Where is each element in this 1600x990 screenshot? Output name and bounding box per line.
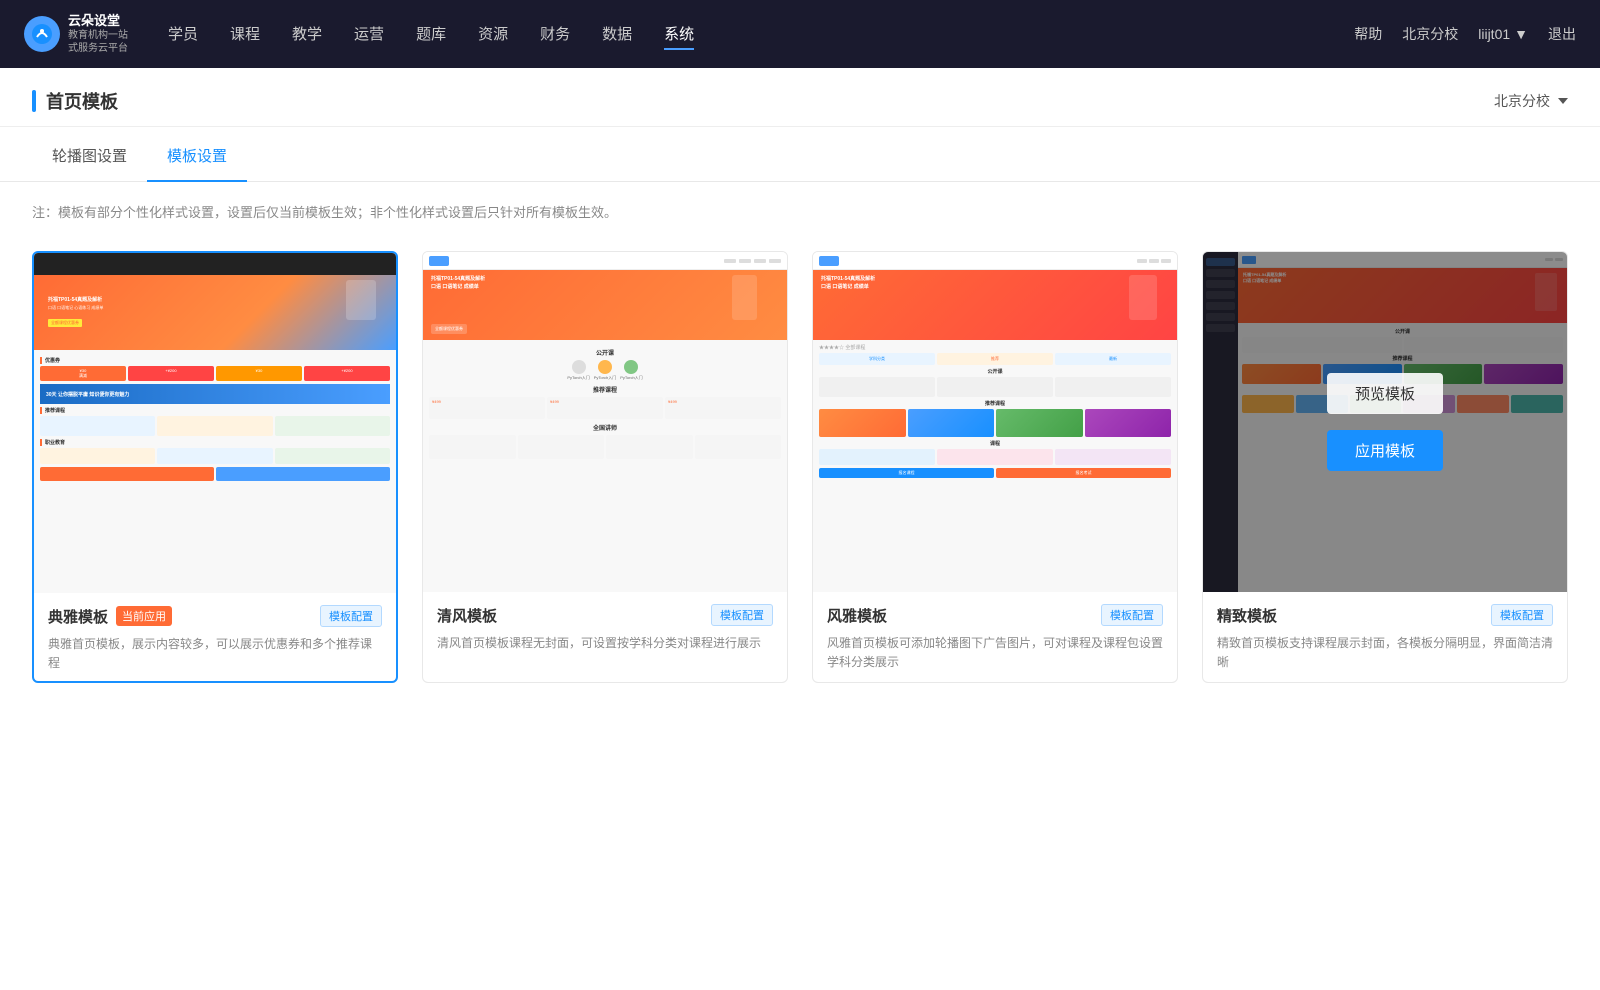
template-preview-fengya: 托福TP01-54真题及解析口语 口语笔记 成绩单 ★★★★☆ 全部课程 学科分… (813, 252, 1177, 592)
nav-item-courses[interactable]: 课程 (230, 19, 260, 50)
config-button-refined[interactable]: 模板配置 (1491, 604, 1553, 626)
template-desc-refined: 精致首页模板支持课程展示封面，各模板分隔明显，界面简洁清晰 (1217, 634, 1553, 672)
template-name-fengya: 风雅模板 (827, 605, 887, 626)
templates-grid: 托福TP01-54真题及解析 口语 口语笔记 心语练习 成绩单 全额课程优惠券 … (0, 231, 1600, 723)
nav-item-teaching[interactable]: 教学 (292, 19, 322, 50)
template-footer-clean: 清风模板 模板配置 清风首页模板课程无封面，可设置按学科分类对课程进行展示 (423, 592, 787, 661)
branch-switcher[interactable]: 北京分校 (1494, 91, 1568, 111)
template-card-clean[interactable]: 托福TP01-54真题及解析口语 口语笔记 成绩单 全额课程优惠券 公开课 Py… (422, 251, 788, 683)
config-button-fengya[interactable]: 模板配置 (1101, 604, 1163, 626)
apply-button[interactable]: 应用模板 (1327, 430, 1443, 471)
tab-carousel[interactable]: 轮播图设置 (32, 131, 147, 182)
nav-item-questions[interactable]: 题库 (416, 19, 446, 50)
user-menu[interactable]: liijt01 ▼ (1478, 26, 1528, 42)
help-link[interactable]: 帮助 (1354, 24, 1382, 44)
nav-item-system[interactable]: 系统 (664, 19, 694, 50)
page-title-wrapper: 首页模板 (32, 88, 118, 114)
main-content: 首页模板 北京分校 轮播图设置 模板设置 注：模板有部分个性化样式设置，设置后仅… (0, 68, 1600, 990)
config-button-clean[interactable]: 模板配置 (711, 604, 773, 626)
template-name-clean: 清风模板 (437, 605, 497, 626)
template-footer-fengya: 风雅模板 模板配置 风雅首页模板可添加轮播图下广告图片，可对课程及课程包设置学科… (813, 592, 1177, 680)
template-desc-clean: 清风首页模板课程无封面，可设置按学科分类对课程进行展示 (437, 634, 773, 653)
template-footer-elegant: 典雅模板 当前应用 模板配置 典雅首页模板，展示内容较多，可以展示优惠券和多个推… (34, 593, 396, 681)
badge-current-elegant: 当前应用 (116, 606, 172, 626)
notice-text: 注：模板有部分个性化样式设置，设置后仅当前模板生效；非个性化样式设置后只针对所有… (0, 182, 1600, 231)
template-footer-refined: 精致模板 模板配置 精致首页模板支持课程展示封面，各模板分隔明显，界面简洁清晰 (1203, 592, 1567, 680)
page-header: 首页模板 北京分校 (0, 68, 1600, 127)
page-title: 首页模板 (46, 88, 118, 114)
preview-button[interactable]: 预览模板 (1327, 373, 1443, 414)
nav-right: 帮助 北京分校 liijt01 ▼ 退出 (1354, 24, 1576, 44)
template-card-fengya[interactable]: 托福TP01-54真题及解析口语 口语笔记 成绩单 ★★★★☆ 全部课程 学科分… (812, 251, 1178, 683)
tab-bar: 轮播图设置 模板设置 (0, 131, 1600, 182)
template-name-refined: 精致模板 (1217, 605, 1277, 626)
template-desc-elegant: 典雅首页模板，展示内容较多，可以展示优惠券和多个推荐课程 (48, 635, 382, 673)
template-name-elegant: 典雅模板 (48, 606, 108, 627)
navigation: 云朵设堂 教育机构一站 式服务云平台 学员 课程 教学 运营 题库 资源 财务 … (0, 0, 1600, 68)
branch-selector[interactable]: 北京分校 (1402, 24, 1458, 44)
nav-item-resources[interactable]: 资源 (478, 19, 508, 50)
nav-item-data[interactable]: 数据 (602, 19, 632, 50)
logo-icon (24, 16, 60, 52)
template-card-elegant[interactable]: 托福TP01-54真题及解析 口语 口语笔记 心语练习 成绩单 全额课程优惠券 … (32, 251, 398, 683)
template-preview-clean: 托福TP01-54真题及解析口语 口语笔记 成绩单 全额课程优惠券 公开课 Py… (423, 252, 787, 592)
tab-template[interactable]: 模板设置 (147, 131, 247, 182)
nav-menu: 学员 课程 教学 运营 题库 资源 财务 数据 系统 (168, 19, 1354, 50)
logout-button[interactable]: 退出 (1548, 24, 1576, 44)
nav-item-operations[interactable]: 运营 (354, 19, 384, 50)
template-preview-refined: 托福TP01-54真题及解析口语 口语笔记 成绩单 公开课 推荐课程 (1203, 252, 1567, 592)
nav-item-students[interactable]: 学员 (168, 19, 198, 50)
config-button-elegant[interactable]: 模板配置 (320, 605, 382, 627)
template-desc-fengya: 风雅首页模板可添加轮播图下广告图片，可对课程及课程包设置学科分类展示 (827, 634, 1163, 672)
template-card-refined[interactable]: 托福TP01-54真题及解析口语 口语笔记 成绩单 公开课 推荐课程 (1202, 251, 1568, 683)
logo-text: 云朵设堂 教育机构一站 式服务云平台 (68, 13, 128, 56)
template-overlay-refined: 预览模板 应用模板 (1203, 252, 1567, 592)
chevron-down-icon (1558, 98, 1568, 104)
nav-item-finance[interactable]: 财务 (540, 19, 570, 50)
template-preview-elegant: 托福TP01-54真题及解析 口语 口语笔记 心语练习 成绩单 全额课程优惠券 … (34, 253, 396, 593)
title-bar-decoration (32, 90, 36, 112)
logo[interactable]: 云朵设堂 教育机构一站 式服务云平台 (24, 13, 128, 56)
